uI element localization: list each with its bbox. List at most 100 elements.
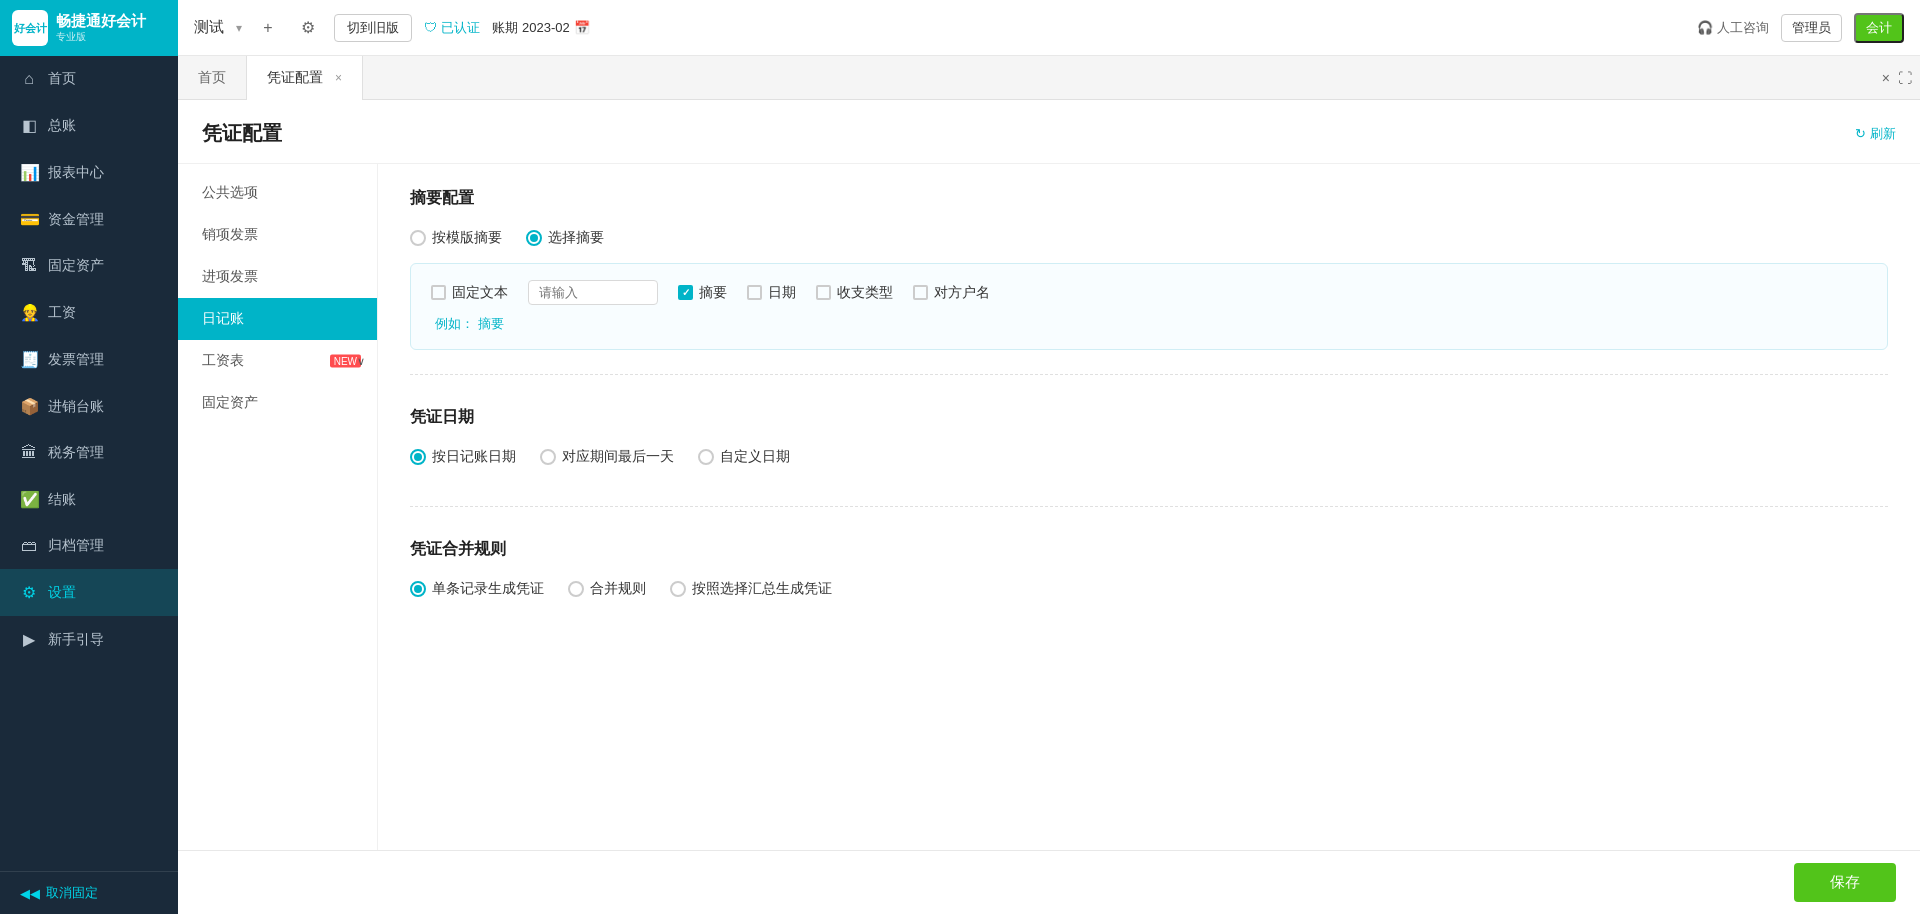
fixed-text-label: 固定文本 bbox=[452, 284, 508, 302]
checkbox-counterparty[interactable]: 对方户名 bbox=[913, 284, 990, 302]
date-checkbox bbox=[747, 285, 762, 300]
merge-radio-group: 单条记录生成凭证 合并规则 按照选择汇总生成凭证 bbox=[410, 580, 1888, 598]
radio-merge-label: 合并规则 bbox=[590, 580, 646, 598]
sidebar-item-salary[interactable]: 👷 工资 bbox=[0, 289, 178, 336]
sidebar-item-ledger[interactable]: ◧ 总账 bbox=[0, 102, 178, 149]
radio-diary-date[interactable]: 按日记账日期 bbox=[410, 448, 516, 466]
radio-select-summary[interactable]: 选择摘要 bbox=[526, 229, 604, 247]
save-button[interactable]: 保存 bbox=[1794, 863, 1896, 902]
left-nav-payroll[interactable]: 工资表 NEW ∨ bbox=[178, 340, 377, 382]
dropdown-arrow-icon[interactable]: ▾ bbox=[236, 21, 242, 35]
left-nav-sales-invoice[interactable]: 销项发票 bbox=[178, 214, 377, 256]
checkbox-payment-type[interactable]: 收支类型 bbox=[816, 284, 893, 302]
page-title: 凭证配置 bbox=[202, 120, 282, 147]
summary-title: 摘要配置 bbox=[410, 188, 1888, 209]
closing-icon: ✅ bbox=[20, 490, 38, 509]
checkbox-summary[interactable]: 摘要 bbox=[678, 284, 727, 302]
sidebar-nav: ⌂ 首页 ◧ 总账 📊 报表中心 💳 资金管理 🏗 固定资产 👷 工资 🧾 发票… bbox=[0, 56, 178, 871]
radio-aggregate[interactable]: 按照选择汇总生成凭证 bbox=[670, 580, 832, 598]
sidebar-item-guide[interactable]: ▶ 新手引导 bbox=[0, 616, 178, 663]
calendar-icon[interactable]: 📅 bbox=[574, 20, 590, 35]
sidebar-item-tax[interactable]: 🏛 税务管理 bbox=[0, 430, 178, 476]
consult-button[interactable]: 🎧 人工咨询 bbox=[1697, 19, 1769, 37]
radio-period-last-day[interactable]: 对应期间最后一天 bbox=[540, 448, 674, 466]
merge-section: 凭证合并规则 单条记录生成凭证 合并规则 按照选择汇总生成凭证 bbox=[410, 539, 1888, 638]
reports-icon: 📊 bbox=[20, 163, 38, 182]
sidebar: 好会计 畅捷通好会计 专业版 ⌂ 首页 ◧ 总账 📊 报表中心 💳 资金管理 🏗… bbox=[0, 0, 178, 914]
radio-aggregate-label: 按照选择汇总生成凭证 bbox=[692, 580, 832, 598]
checkbox-fixed-text[interactable]: 固定文本 bbox=[431, 284, 508, 302]
radio-template-summary[interactable]: 按模版摘要 bbox=[410, 229, 502, 247]
sidebar-label-fund: 资金管理 bbox=[48, 211, 104, 229]
manager-button[interactable]: 管理员 bbox=[1781, 14, 1842, 42]
purchase-icon: 📦 bbox=[20, 397, 38, 416]
summary-config-box: 固定文本 摘要 日期 bbox=[410, 263, 1888, 350]
maximize-button[interactable]: ⛶ bbox=[1898, 70, 1912, 86]
checkbox-date[interactable]: 日期 bbox=[747, 284, 796, 302]
sidebar-item-closing[interactable]: ✅ 结账 bbox=[0, 476, 178, 523]
radio-merge-rule[interactable]: 合并规则 bbox=[568, 580, 646, 598]
radio-template-circle bbox=[410, 230, 426, 246]
archive-icon: 🗃 bbox=[20, 537, 38, 555]
left-nav-sales-label: 销项发票 bbox=[202, 226, 258, 242]
sidebar-label-tax: 税务管理 bbox=[48, 444, 104, 462]
content-wrapper: 凭证配置 ↻ 刷新 公共选项 销项发票 进项发票 日记账 bbox=[178, 100, 1920, 914]
left-nav-public-label: 公共选项 bbox=[202, 184, 258, 200]
sidebar-item-invoice[interactable]: 🧾 发票管理 bbox=[0, 336, 178, 383]
role-button[interactable]: 会计 bbox=[1854, 13, 1904, 43]
tax-icon: 🏛 bbox=[20, 444, 38, 462]
radio-custom-date-label: 自定义日期 bbox=[720, 448, 790, 466]
sidebar-item-reports[interactable]: 📊 报表中心 bbox=[0, 149, 178, 196]
sidebar-item-purchase[interactable]: 📦 进销台账 bbox=[0, 383, 178, 430]
refresh-icon: ↻ bbox=[1855, 126, 1866, 141]
sidebar-label-guide: 新手引导 bbox=[48, 631, 104, 649]
merge-title: 凭证合并规则 bbox=[410, 539, 1888, 560]
tab-home[interactable]: 首页 bbox=[178, 56, 247, 100]
tab-close-icon[interactable]: × bbox=[335, 71, 342, 85]
add-button[interactable]: + bbox=[254, 14, 282, 42]
cancel-fixed-icon: ◀◀ bbox=[20, 886, 40, 901]
radio-period-last-label: 对应期间最后一天 bbox=[562, 448, 674, 466]
period-value: 2023-02 bbox=[522, 20, 570, 35]
close-window-button[interactable]: × bbox=[1882, 70, 1890, 86]
refresh-button[interactable]: ↻ 刷新 bbox=[1855, 125, 1896, 143]
fund-icon: 💳 bbox=[20, 210, 38, 229]
left-nav-public[interactable]: 公共选项 bbox=[178, 172, 377, 214]
cancel-fixed-btn[interactable]: ◀◀ 取消固定 bbox=[0, 871, 178, 914]
right-content: 摘要配置 按模版摘要 选择摘要 bbox=[378, 164, 1920, 914]
topbar-settings-button[interactable]: ⚙ bbox=[294, 14, 322, 42]
left-nav-purchase-invoice[interactable]: 进项发票 bbox=[178, 256, 377, 298]
radio-select-circle bbox=[526, 230, 542, 246]
sidebar-item-settings[interactable]: ⚙ 设置 bbox=[0, 569, 178, 616]
radio-diary-date-label: 按日记账日期 bbox=[432, 448, 516, 466]
switch-old-version-button[interactable]: 切到旧版 bbox=[334, 14, 412, 42]
radio-diary-date-circle bbox=[410, 449, 426, 465]
sidebar-logo: 好会计 畅捷通好会计 专业版 bbox=[0, 0, 178, 56]
guide-icon: ▶ bbox=[20, 630, 38, 649]
sidebar-item-assets[interactable]: 🏗 固定资产 bbox=[0, 243, 178, 289]
fixed-text-input[interactable] bbox=[528, 280, 658, 305]
left-nav-diary[interactable]: 日记账 bbox=[178, 298, 377, 340]
left-nav-fixed-assets[interactable]: 固定资产 bbox=[178, 382, 377, 424]
tab-voucher-config[interactable]: 凭证配置 × bbox=[247, 56, 363, 100]
assets-icon: 🏗 bbox=[20, 257, 38, 275]
summary-checkbox-label: 摘要 bbox=[699, 284, 727, 302]
headset-icon: 🎧 bbox=[1697, 20, 1713, 35]
consult-label: 人工咨询 bbox=[1717, 19, 1769, 37]
summary-checkbox bbox=[678, 285, 693, 300]
verified-label: 已认证 bbox=[441, 19, 480, 37]
sidebar-item-home[interactable]: ⌂ 首页 bbox=[0, 56, 178, 102]
summary-radio-group: 按模版摘要 选择摘要 bbox=[410, 229, 1888, 247]
radio-custom-date[interactable]: 自定义日期 bbox=[698, 448, 790, 466]
settings-icon: ⚙ bbox=[20, 583, 38, 602]
radio-single-record[interactable]: 单条记录生成凭证 bbox=[410, 580, 544, 598]
sidebar-item-fund[interactable]: 💳 资金管理 bbox=[0, 196, 178, 243]
bottom-bar: 保存 bbox=[178, 850, 1920, 914]
date-title: 凭证日期 bbox=[410, 407, 1888, 428]
sidebar-item-archive[interactable]: 🗃 归档管理 bbox=[0, 523, 178, 569]
sidebar-label-archive: 归档管理 bbox=[48, 537, 104, 555]
period-label: 账期 bbox=[492, 19, 518, 37]
sidebar-label-invoice: 发票管理 bbox=[48, 351, 104, 369]
sidebar-label-closing: 结账 bbox=[48, 491, 76, 509]
left-nav-fixed-label: 固定资产 bbox=[202, 394, 258, 410]
